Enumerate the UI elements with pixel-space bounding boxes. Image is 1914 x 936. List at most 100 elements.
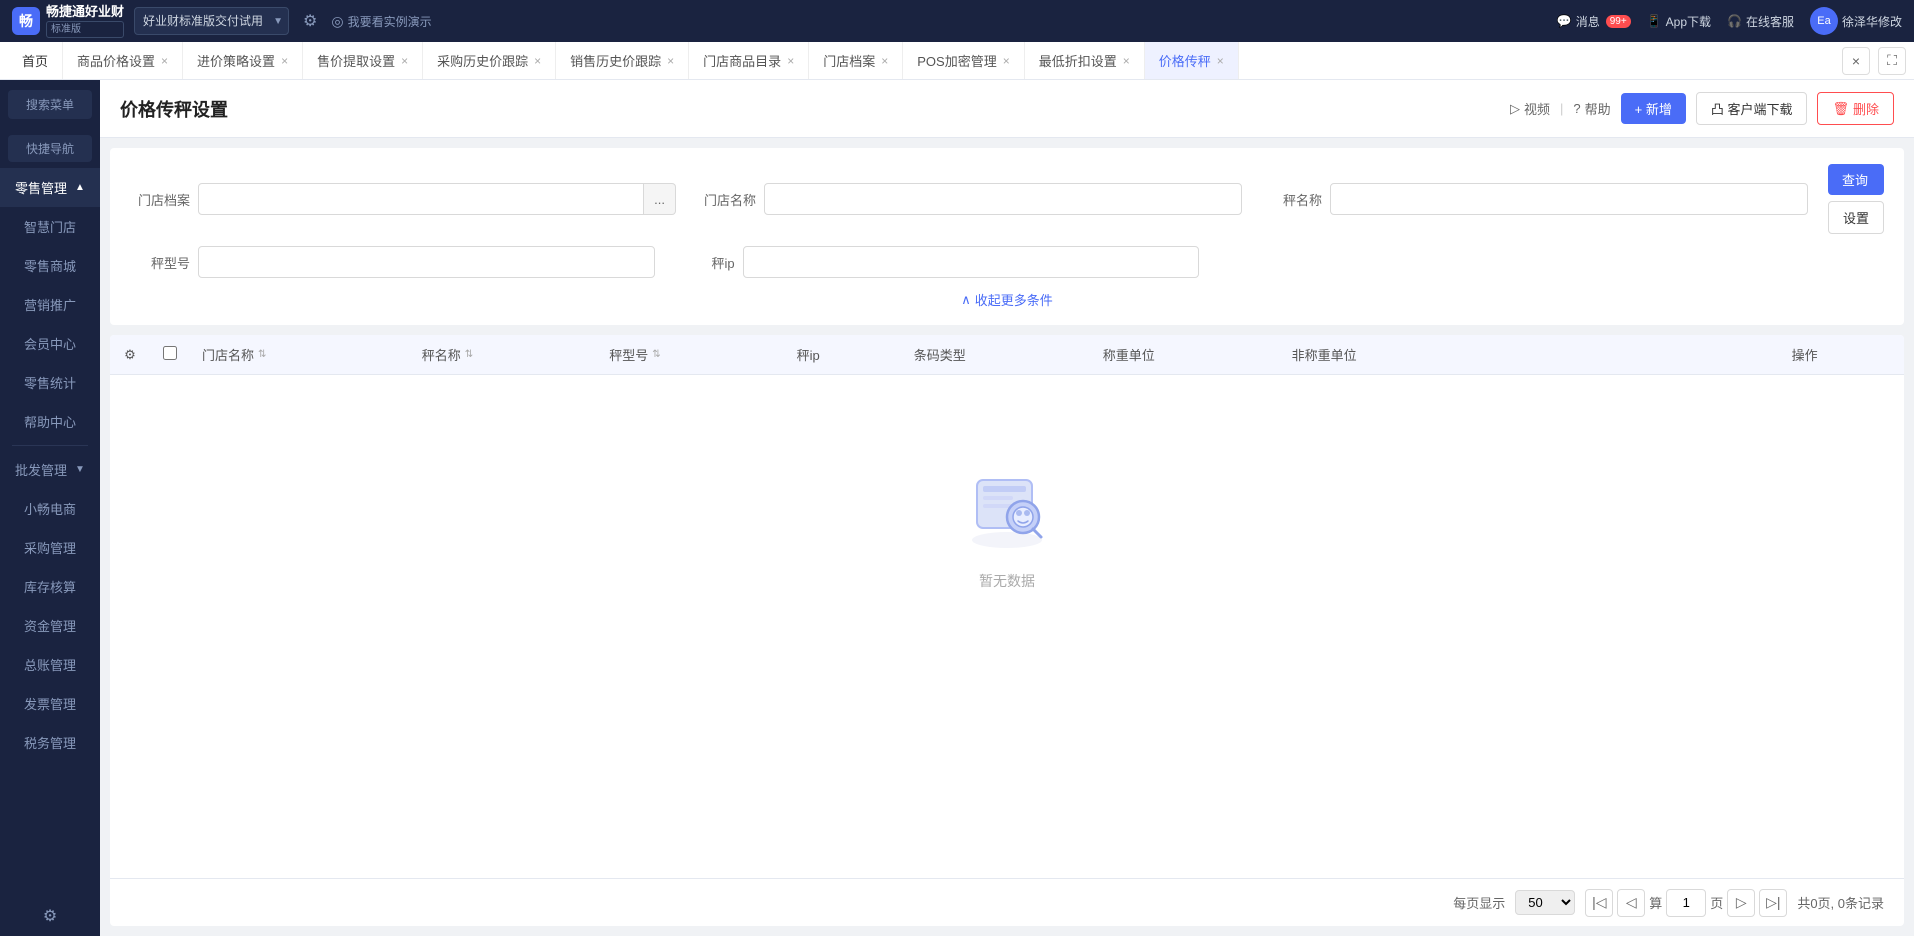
sidebar-search-area: 搜索菜单 <box>0 80 100 129</box>
th-store-name[interactable]: 门店名称 ⇅ <box>190 335 410 375</box>
tab-pos-management[interactable]: POS加密管理 × <box>903 42 1024 80</box>
sidebar-item-inventory[interactable]: 库存核算 <box>0 567 100 606</box>
sort-scale-model[interactable]: 秤型号 ⇅ <box>609 345 772 364</box>
select-all-checkbox[interactable] <box>163 346 177 360</box>
tab-price-scale[interactable]: 价格传秤 × <box>1145 42 1239 80</box>
sidebar-item-retail-management[interactable]: 零售管理 ▲ <box>0 168 100 207</box>
sidebar-item-purchase-management[interactable]: 采购管理 <box>0 528 100 567</box>
store-archive-input-wrapper: ... <box>198 183 676 215</box>
tab-close-price-scale[interactable]: × <box>1217 54 1224 68</box>
page-next-button[interactable]: ▷ <box>1727 889 1755 917</box>
page-prev-button[interactable]: ◁ <box>1617 889 1645 917</box>
add-button[interactable]: + 新增 <box>1621 93 1686 124</box>
user-menu[interactable]: Ea 徐泽华修改 <box>1810 7 1902 35</box>
filter-scale-name: 秤名称 <box>1262 183 1808 215</box>
page-number-input[interactable] <box>1666 889 1706 917</box>
video-button[interactable]: ▷ 视频 <box>1510 99 1550 118</box>
help-button[interactable]: ? 帮助 <box>1573 99 1610 118</box>
page-first-button[interactable]: |◁ <box>1585 889 1613 917</box>
sort-icon: ⇅ <box>465 349 473 360</box>
tab-purchase-strategy[interactable]: 进价策略设置 × <box>183 42 303 80</box>
sort-store-name[interactable]: 门店名称 ⇅ <box>202 345 398 364</box>
sidebar-item-retail-stats[interactable]: 零售统计 <box>0 363 100 402</box>
sidebar-item-help-center[interactable]: 帮助中心 <box>0 402 100 441</box>
store-archive-label: 门店档案 <box>130 190 190 209</box>
actions-divider: | <box>1560 101 1563 116</box>
demo-button[interactable]: ◎ 我要看实例演示 <box>331 13 431 30</box>
tab-bar: 首页 商品价格设置 × 进价策略设置 × 售价提取设置 × 采购历史价跟踪 × … <box>0 42 1914 80</box>
tab-close-sale-extract[interactable]: × <box>401 54 408 68</box>
tab-min-discount[interactable]: 最低折扣设置 × <box>1025 42 1145 80</box>
th-settings[interactable]: ⚙ <box>110 335 150 375</box>
online-service-button[interactable]: 🎧 在线客服 <box>1727 13 1794 30</box>
sidebar-item-general-ledger[interactable]: 总账管理 <box>0 645 100 684</box>
top-bar: 畅 畅捷通好业财 标准版 好业财标准版交付试用 ▼ ⚙ ◎ 我要看实例演示 💬 … <box>0 0 1914 42</box>
tab-commodity-price[interactable]: 商品价格设置 × <box>63 42 183 80</box>
sort-icon: ⇅ <box>258 349 266 360</box>
query-button[interactable]: 查询 <box>1828 164 1884 195</box>
store-archive-select-button[interactable]: ... <box>644 183 676 215</box>
tab-close-purchase-strategy[interactable]: × <box>281 54 288 68</box>
sidebar-item-label: 小畅电商 <box>24 499 76 518</box>
scale-name-input[interactable] <box>1330 183 1808 215</box>
sidebar-item-member-center[interactable]: 会员中心 <box>0 324 100 363</box>
sidebar-item-capital-management[interactable]: 资金管理 <box>0 606 100 645</box>
tab-close-purchase-history[interactable]: × <box>534 54 541 68</box>
avatar: Ea <box>1810 7 1838 35</box>
download-button[interactable]: 凸 客户端下载 <box>1696 92 1808 125</box>
version-selector[interactable]: 好业财标准版交付试用 ▼ <box>134 7 289 35</box>
sidebar-item-invoice-management[interactable]: 发票管理 <box>0 684 100 723</box>
scale-model-input[interactable] <box>198 246 655 278</box>
tab-home[interactable]: 首页 <box>8 42 63 80</box>
store-archive-input[interactable] <box>198 183 644 215</box>
scale-ip-input[interactable] <box>743 246 1200 278</box>
sidebar-item-label: 会员中心 <box>24 334 76 353</box>
quick-nav-button[interactable]: 快捷导航 <box>8 135 92 162</box>
store-name-input[interactable] <box>764 183 1242 215</box>
tab-close-store-catalog[interactable]: × <box>787 54 794 68</box>
page-last-button[interactable]: ▷| <box>1759 889 1787 917</box>
logo-icon: 畅 <box>12 7 40 35</box>
sidebar-item-label: 智慧门店 <box>24 217 76 236</box>
collapse-button[interactable]: ∧ 收起更多条件 <box>961 290 1053 309</box>
empty-state: 暂无数据 <box>110 375 1904 671</box>
sidebar-item-smart-store[interactable]: 智慧门店 <box>0 207 100 246</box>
tab-close-pos-management[interactable]: × <box>1003 54 1010 68</box>
quick-nav-area: 快捷导航 <box>0 129 100 168</box>
sidebar-item-marketing[interactable]: 营销推广 <box>0 285 100 324</box>
tab-maximize-button[interactable]: ⛶ <box>1878 47 1906 75</box>
per-page-select[interactable]: 50 10 20 100 <box>1515 890 1575 915</box>
tab-sale-history[interactable]: 销售历史价跟踪 × <box>556 42 689 80</box>
empty-icon <box>957 455 1057 555</box>
th-checkbox[interactable] <box>150 335 190 375</box>
tab-purchase-history[interactable]: 采购历史价跟踪 × <box>423 42 556 80</box>
tab-close-all-button[interactable]: × <box>1842 47 1870 75</box>
per-page-label: 每页显示 <box>1453 893 1505 912</box>
tab-sale-extract[interactable]: 售价提取设置 × <box>303 42 423 80</box>
tab-store-catalog[interactable]: 门店商品目录 × <box>689 42 809 80</box>
settings-icon[interactable]: ⚙ <box>299 7 321 35</box>
version-select[interactable]: 好业财标准版交付试用 <box>134 7 289 35</box>
tab-close-sale-history[interactable]: × <box>667 54 674 68</box>
sidebar-item-wholesale-management[interactable]: 批发管理 ▼ <box>0 450 100 489</box>
sidebar-settings-icon[interactable]: ⚙ <box>43 908 57 925</box>
search-menu-button[interactable]: 搜索菜单 <box>8 90 92 119</box>
tab-close-min-discount[interactable]: × <box>1123 54 1130 68</box>
app-download-button[interactable]: 📱 App下载 <box>1647 13 1711 30</box>
sort-scale-name[interactable]: 秤名称 ⇅ <box>422 345 585 364</box>
sidebar-item-tax-management[interactable]: 税务管理 <box>0 723 100 762</box>
sidebar-item-xiaochangec[interactable]: 小畅电商 <box>0 489 100 528</box>
page-input-wrap: 算 页 <box>1649 889 1723 917</box>
query-actions: 查询 设置 <box>1828 164 1884 234</box>
sidebar-item-retail-mall[interactable]: 零售商城 <box>0 246 100 285</box>
tab-close-commodity-price[interactable]: × <box>161 54 168 68</box>
th-scale-model[interactable]: 秤型号 ⇅ <box>597 335 784 375</box>
message-button[interactable]: 💬 消息 99+ <box>1557 13 1631 30</box>
tab-close-store-archive[interactable]: × <box>881 54 888 68</box>
settings-filter-button[interactable]: 设置 <box>1828 201 1884 234</box>
th-scale-name[interactable]: 秤名称 ⇅ <box>410 335 597 375</box>
delete-button[interactable]: 🗑 删除 <box>1817 92 1894 125</box>
collapse-up-icon: ∧ <box>961 292 971 308</box>
data-table: ⚙ 门店名称 ⇅ 秤名称 ⇅ <box>110 335 1904 375</box>
tab-store-archive[interactable]: 门店档案 × <box>809 42 903 80</box>
